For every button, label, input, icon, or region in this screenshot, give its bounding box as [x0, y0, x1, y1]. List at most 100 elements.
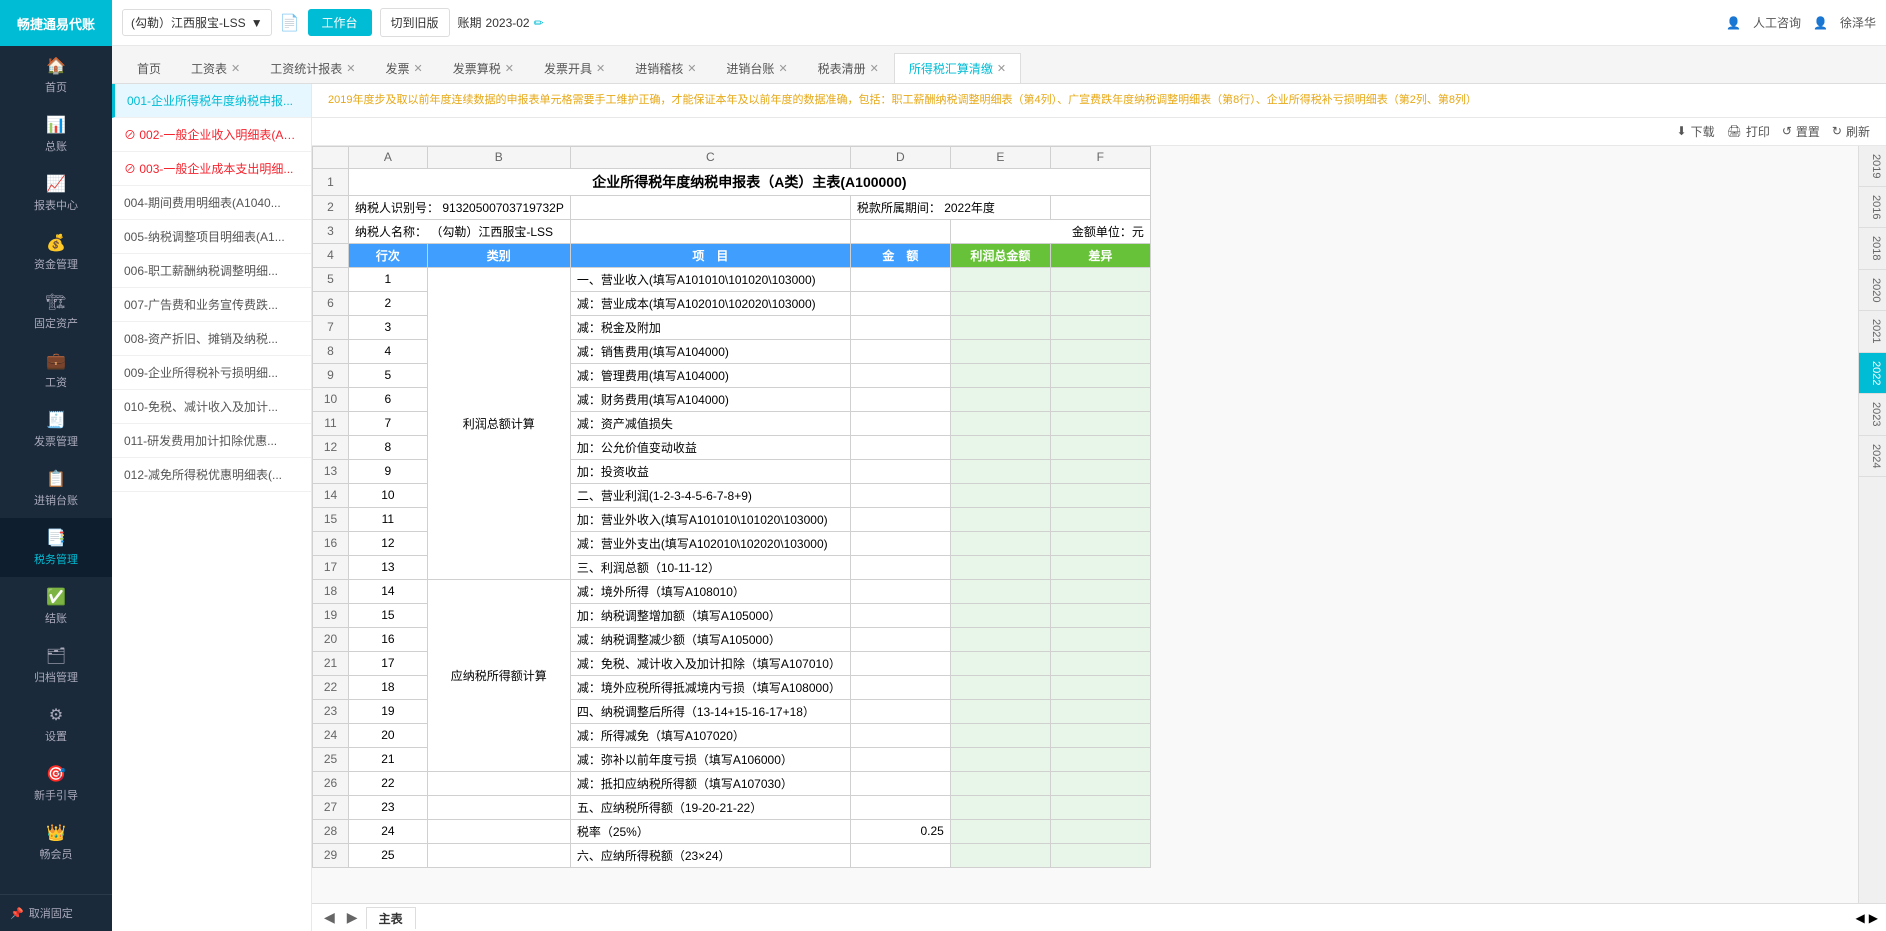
left-item-012[interactable]: 012-减免所得税优惠明细表(...	[112, 458, 311, 492]
tab-payroll-stats[interactable]: 工资统计报表 ✕	[255, 53, 370, 83]
sidebar-item-archive[interactable]: 🗂 归档管理	[0, 636, 112, 695]
left-item-011[interactable]: 011-研发费用加计扣除优惠...	[112, 424, 311, 458]
left-item-003[interactable]: ⊘ 003-一般企业成本支出明细...	[112, 152, 311, 186]
tab-income-tax[interactable]: 所得税汇算清缴 ✕	[894, 53, 1021, 84]
left-item-002[interactable]: ⊘ 002-一般企业收入明细表(A1...	[112, 118, 311, 152]
sidebar-label-guide: 新手引导	[34, 787, 78, 803]
sidebar-item-home[interactable]: 🏠 首页	[0, 46, 112, 105]
hscroll-left[interactable]: ◀	[1856, 911, 1865, 925]
year-2018[interactable]: 2018	[1859, 228, 1886, 269]
refresh-button[interactable]: ↻ 刷新	[1832, 123, 1870, 140]
row-num-1: 1	[313, 168, 349, 195]
refresh-icon: ↻	[1832, 124, 1842, 138]
sidebar-item-tax-management[interactable]: 📑 税务管理	[0, 518, 112, 577]
sidebar-item-purchase-sales[interactable]: 📋 进销台账	[0, 459, 112, 518]
sidebar-item-guide[interactable]: 🎯 新手引导	[0, 754, 112, 813]
sheet-container[interactable]: A B C D E F 1 企业所	[312, 146, 1858, 904]
report-icon: 📈	[46, 174, 66, 194]
sidebar-item-closing[interactable]: ✅ 结账	[0, 577, 112, 636]
topbar: (勾勒）江西服宝-LSS ▼ 📄 工作台 切到旧版 账期 2023-02 ✏ 👤…	[112, 0, 1886, 46]
ledger-icon: 📊	[46, 115, 66, 135]
col-label-profit: 利润总金额	[950, 243, 1050, 267]
col-labels-row: 4 行次 类别 项 目 金 额 利润总金额 差异	[313, 243, 1151, 267]
tab-purchase-ledger[interactable]: 进销台账 ✕	[711, 53, 802, 83]
year-2020[interactable]: 2020	[1859, 270, 1886, 311]
year-2019[interactable]: 2019	[1859, 146, 1886, 187]
tab-invoice-issue[interactable]: 发票开具 ✕	[529, 53, 620, 83]
corner-cell	[313, 146, 349, 168]
year-2023[interactable]: 2023	[1859, 394, 1886, 435]
year-2022[interactable]: 2022	[1859, 353, 1886, 394]
sheet-tabs-bottom: ◀ ▶ 主表 ◀ ▶	[312, 903, 1886, 931]
sidebar-item-payroll[interactable]: 💼 工资	[0, 341, 112, 400]
tab-close-invoice-issue[interactable]: ✕	[596, 62, 605, 75]
tab-close-purchase-verify[interactable]: ✕	[687, 62, 696, 75]
workbench-button[interactable]: 工作台	[308, 9, 372, 36]
left-item-004[interactable]: 004-期间费用明细表(A1040...	[112, 186, 311, 220]
reset-button[interactable]: ↺ 置置	[1782, 123, 1820, 140]
year-2024[interactable]: 2024	[1859, 436, 1886, 477]
sidebar-item-report-center[interactable]: 📈 报表中心	[0, 164, 112, 223]
col-label-lineno: 行次	[349, 243, 428, 267]
tab-close-income-tax[interactable]: ✕	[997, 62, 1006, 75]
col-label-amount: 金 额	[850, 243, 950, 267]
sidebar-item-invoice[interactable]: 🧾 发票管理	[0, 400, 112, 459]
sheet-toolbar: ⬇ 下载 🖨 打印 ↺ 置置 ↻ 刷新	[312, 118, 1886, 146]
sidebar-item-general-ledger[interactable]: 📊 总账	[0, 105, 112, 164]
tax-period-label: 税款所属期间：	[857, 201, 941, 215]
left-item-001[interactable]: 001-企业所得税年度纳税申报...	[112, 84, 311, 118]
col-header-a: A	[349, 146, 428, 168]
home-icon: 🏠	[46, 56, 66, 76]
sheet-tab-main[interactable]: 主表	[366, 907, 416, 929]
hscroll-right[interactable]: ▶	[1869, 911, 1878, 925]
tab-close-invoice-tax[interactable]: ✕	[505, 62, 514, 75]
left-item-010[interactable]: 010-免税、减计收入及加计...	[112, 390, 311, 424]
tab-tax-clear[interactable]: 税表清册 ✕	[803, 53, 894, 83]
payroll-icon: 💼	[46, 351, 66, 371]
col-header-e: E	[950, 146, 1050, 168]
left-item-007[interactable]: 007-广告费和业务宣传费跌...	[112, 288, 311, 322]
user-name[interactable]: 徐泽华	[1840, 14, 1876, 31]
error-icon: ⊘	[124, 128, 139, 142]
tab-payroll[interactable]: 工资表 ✕	[176, 53, 255, 83]
tab-close-payroll[interactable]: ✕	[231, 62, 240, 75]
tab-home[interactable]: 首页	[122, 53, 176, 83]
print-button[interactable]: 🖨 打印	[1727, 123, 1770, 140]
left-item-006[interactable]: 006-职工薪酬纳税调整明细...	[112, 254, 311, 288]
sidebar-item-fixed-assets[interactable]: 🏗 固定资产	[0, 282, 112, 341]
sidebar-item-fund-management[interactable]: 💰 资金管理	[0, 223, 112, 282]
year-2021[interactable]: 2021	[1859, 311, 1886, 352]
user-service-label[interactable]: 人工咨询	[1753, 14, 1801, 31]
col-header-c: C	[570, 146, 850, 168]
old-version-button[interactable]: 切到旧版	[380, 8, 450, 37]
tab-close-purchase-ledger[interactable]: ✕	[778, 62, 787, 75]
sidebar-item-member[interactable]: 👑 畅会员	[0, 813, 112, 872]
taxpayer-id-value: 91320500703719732P	[442, 201, 563, 215]
tab-purchase-verify[interactable]: 进销稽核 ✕	[620, 53, 711, 83]
tab-close-invoice[interactable]: ✕	[414, 62, 423, 75]
sheet-nav-prev[interactable]: ◀	[320, 907, 339, 928]
doc-icon: 📄	[280, 13, 300, 33]
left-item-008[interactable]: 008-资产折旧、摊销及纳税...	[112, 322, 311, 356]
sidebar-label-tax: 税务管理	[34, 551, 78, 567]
content-area: 001-企业所得税年度纳税申报... ⊘ 002-一般企业收入明细表(A1...…	[112, 84, 1886, 931]
left-item-009[interactable]: 009-企业所得税补亏损明细...	[112, 356, 311, 390]
download-button[interactable]: ⬇ 下载	[1677, 123, 1715, 140]
sidebar-footer[interactable]: 📌 取消固定	[0, 894, 112, 931]
tax-period-value: 2022年度	[944, 201, 995, 215]
currency-label: 金额单位：元	[1072, 225, 1144, 239]
tab-close-tax-clear[interactable]: ✕	[870, 62, 879, 75]
tab-invoice[interactable]: 发票 ✕	[370, 53, 437, 83]
year-panel: 2019 2016 2018 2020 2021 2022 2023 2024	[1858, 146, 1886, 904]
sheet-nav-next[interactable]: ▶	[343, 907, 362, 928]
year-2016[interactable]: 2016	[1859, 187, 1886, 228]
tab-invoice-tax[interactable]: 发票算税 ✕	[438, 53, 529, 83]
sidebar-item-settings[interactable]: ⚙ 设置	[0, 695, 112, 754]
invoice-icon: 🧾	[46, 410, 66, 430]
company-selector[interactable]: (勾勒）江西服宝-LSS ▼	[122, 9, 272, 36]
sidebar-label-closing: 结账	[45, 610, 67, 626]
left-item-005[interactable]: 005-纳税调整项目明细表(A1...	[112, 220, 311, 254]
tab-close-payroll-stats[interactable]: ✕	[346, 62, 355, 75]
left-panel: 001-企业所得税年度纳税申报... ⊘ 002-一般企业收入明细表(A1...…	[112, 84, 312, 931]
print-icon: 🖨	[1727, 124, 1742, 138]
